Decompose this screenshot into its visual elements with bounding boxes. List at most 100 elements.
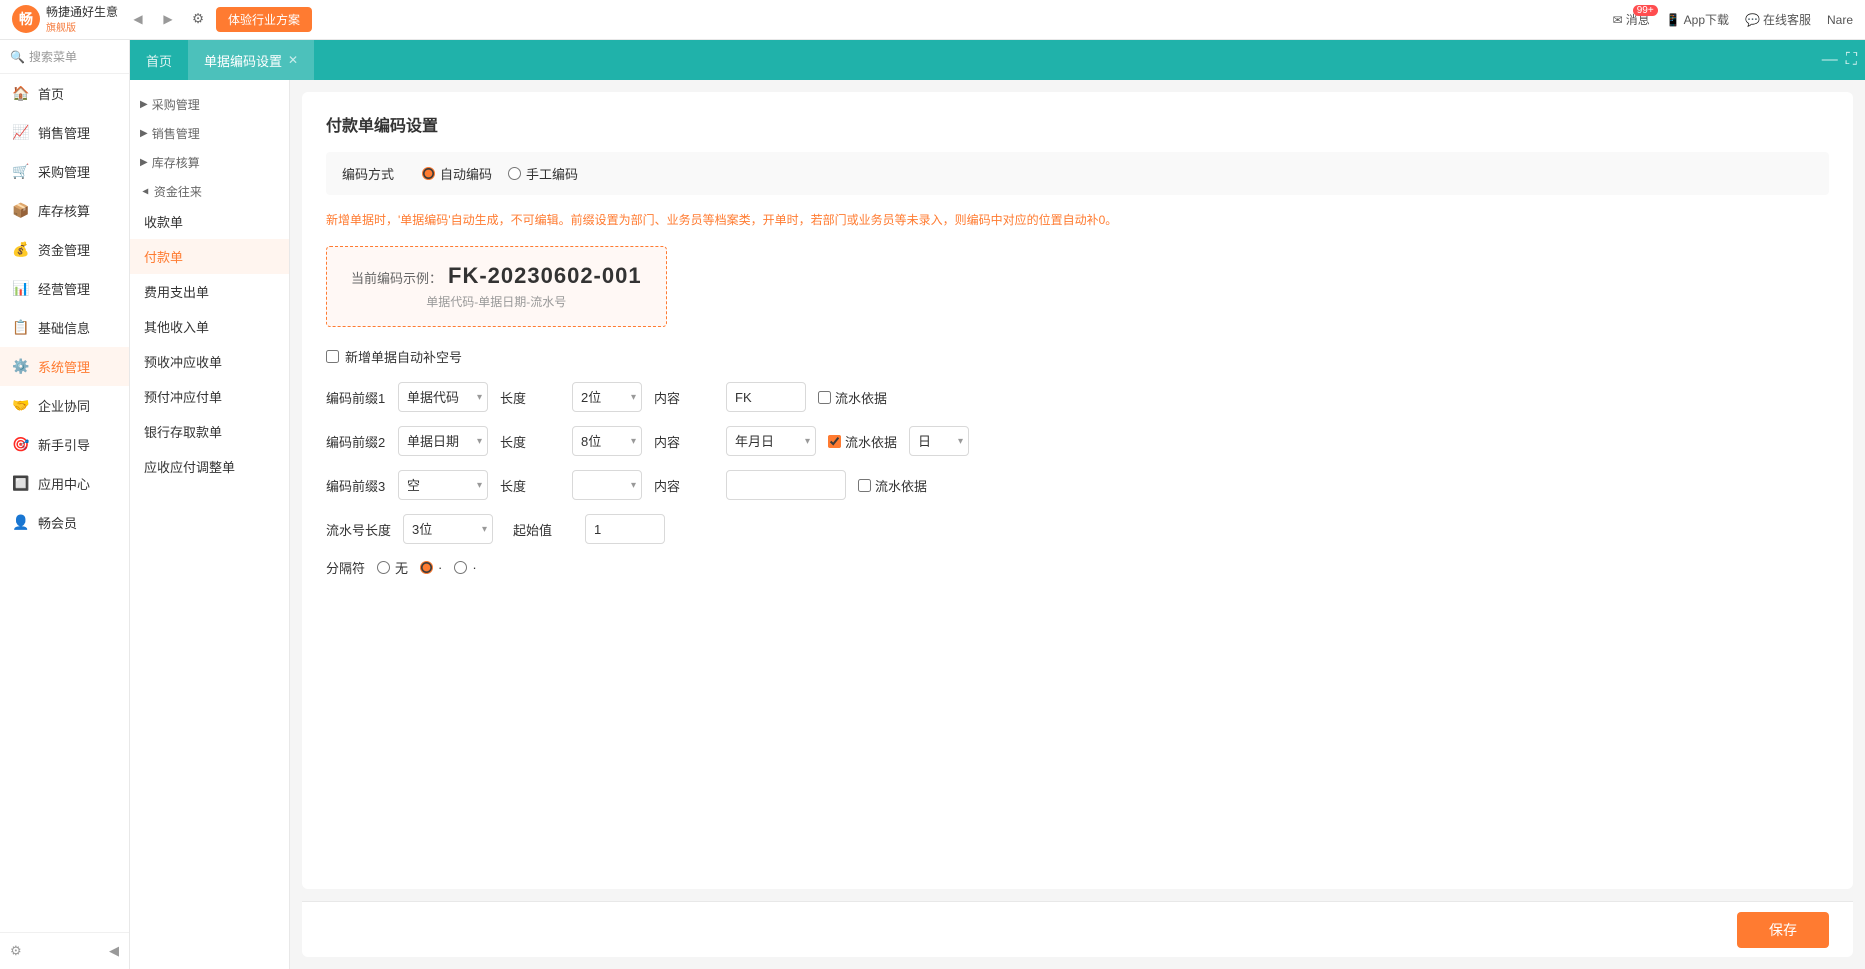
tab-close-btn[interactable]: ✕ (288, 53, 298, 67)
prefix-row-3: 编码前缀3 空 长度 内容 (326, 470, 1829, 500)
manual-code-label: 手工编码 (526, 164, 578, 183)
sidebar-item-home[interactable]: 🏠 首页 (0, 74, 129, 113)
prefix1-select-wrapper: 单据代码 (398, 382, 488, 412)
sep-dot-option[interactable]: · (420, 560, 442, 575)
sub-sidebar: ▶ 采购管理 ▶ 销售管理 ▶ 库存核算 ▼ 资金往来 收款单 (130, 80, 290, 969)
length3-label: 长度 (500, 476, 560, 495)
main-layout: 🔍 搜索菜单 🏠 首页 📈 销售管理 🛒 采购管理 📦 库存核算 💰 资金管理 … (0, 40, 1865, 969)
length1-select-wrapper: 2位 (572, 382, 642, 412)
settings-icon-btn[interactable]: ⚙ (186, 7, 210, 31)
length2-label: 长度 (500, 432, 560, 451)
chevron-right-icon: ▶ (140, 128, 148, 139)
sub-item-bank[interactable]: 银行存取款单 (130, 414, 289, 449)
sidebar-collapse-btn[interactable]: ◀ (109, 943, 119, 959)
main-content-wrapper: 付款单编码设置 编码方式 自动编码 手工编码 (290, 80, 1865, 969)
app-download-btn[interactable]: 📱 App下载 (1666, 11, 1729, 28)
sidebar-item-appcenter[interactable]: 🔲 应用中心 (0, 464, 129, 503)
sep-none-radio[interactable] (377, 561, 390, 574)
sidebar-item-newguide[interactable]: 🎯 新手引导 (0, 425, 129, 464)
length3-select[interactable] (572, 470, 642, 500)
manual-code-radio[interactable] (508, 167, 521, 180)
tab-encoding[interactable]: 单据编码设置 ✕ (188, 40, 314, 80)
prefix3-select[interactable]: 空 (398, 470, 488, 500)
sidebar-item-label: 畅会员 (38, 513, 77, 532)
prefix1-select[interactable]: 单据代码 (398, 382, 488, 412)
auto-fill-checkbox-row[interactable]: 新增单据自动补空号 (326, 347, 1829, 366)
sidebar-item-member[interactable]: 👤 畅会员 (0, 503, 129, 542)
sub-item-other-income[interactable]: 其他收入单 (130, 309, 289, 344)
sub-item-prepay-payable[interactable]: 预付冲应付单 (130, 379, 289, 414)
sep-dot2-radio[interactable] (454, 561, 467, 574)
sidebar-item-label: 应用中心 (38, 474, 90, 493)
sub-group-purchase[interactable]: ▶ 采购管理 (130, 88, 289, 117)
nav-back-btn[interactable]: ◀ (126, 7, 150, 31)
logo-sub: 旗舰版 (46, 19, 118, 34)
sub-item-expense[interactable]: 费用支出单 (130, 274, 289, 309)
sidebar-item-enterprise[interactable]: 🤝 企业协同 (0, 386, 129, 425)
length2-select[interactable]: 8位 (572, 426, 642, 456)
stream2-checkbox[interactable] (828, 435, 841, 448)
tab-home-label: 首页 (146, 51, 172, 70)
sub-item-payment[interactable]: 付款单 (130, 239, 289, 274)
finance-icon: 💰 (12, 241, 30, 259)
sidebar-item-operation[interactable]: 📊 经营管理 (0, 269, 129, 308)
granularity-select[interactable]: 日 (909, 426, 969, 456)
tab-home[interactable]: 首页 (130, 40, 188, 80)
message-btn[interactable]: ✉ 消息 99+ (1613, 11, 1650, 28)
prefix1-label: 编码前缀1 (326, 388, 386, 407)
service-label: 在线客服 (1763, 11, 1811, 28)
manual-code-option[interactable]: 手工编码 (508, 164, 578, 183)
sub-group-sales[interactable]: ▶ 销售管理 (130, 117, 289, 146)
sub-item-receipt[interactable]: 收款单 (130, 204, 289, 239)
serial-length-select[interactable]: 3位 (403, 514, 493, 544)
search-label: 搜索菜单 (29, 48, 77, 65)
tab-maximize-btn[interactable]: ⛶ (1846, 51, 1857, 69)
trial-btn[interactable]: 体验行业方案 (216, 7, 312, 32)
user-info[interactable]: Nare (1827, 13, 1853, 27)
sep-dot-radio[interactable] (420, 561, 433, 574)
content2-select[interactable]: 年月日 (726, 426, 816, 456)
stream1-check[interactable]: 流水依据 (818, 388, 887, 407)
sub-item-adjust[interactable]: 应收应付调整单 (130, 449, 289, 484)
sidebar-settings-btn[interactable]: ⚙ (10, 943, 22, 959)
prefix2-select[interactable]: 单据日期 (398, 426, 488, 456)
sidebar-item-inventory[interactable]: 📦 库存核算 (0, 191, 129, 230)
sidebar-item-finance[interactable]: 💰 资金管理 (0, 230, 129, 269)
length1-label: 长度 (500, 388, 560, 407)
stream3-check[interactable]: 流水依据 (858, 476, 927, 495)
stream1-checkbox[interactable] (818, 391, 831, 404)
tab-minimize-btn[interactable]: — (1822, 51, 1838, 69)
sidebar-item-system[interactable]: ⚙️ 系统管理 (0, 347, 129, 386)
app-logo: 畅 畅捷通好生意 旗舰版 (12, 5, 118, 34)
sub-group-inventory[interactable]: ▶ 库存核算 (130, 146, 289, 175)
app-download-label: App下载 (1684, 11, 1729, 28)
auto-code-radio[interactable] (422, 167, 435, 180)
length1-select[interactable]: 2位 (572, 382, 642, 412)
sidebar-item-sales[interactable]: 📈 销售管理 (0, 113, 129, 152)
granularity-select-wrapper: 日 (909, 426, 969, 456)
service-icon: 💬 (1745, 13, 1760, 27)
sep-none-option[interactable]: 无 (377, 558, 408, 577)
prefix-row-2: 编码前缀2 单据日期 长度 8位 内容 (326, 426, 1829, 456)
content3-input[interactable] (726, 470, 846, 500)
stream2-check[interactable]: 流水依据 (828, 432, 897, 451)
newguide-icon: 🎯 (12, 436, 30, 454)
save-button[interactable]: 保存 (1737, 912, 1829, 948)
auto-code-option[interactable]: 自动编码 (422, 164, 492, 183)
sidebar-item-basic[interactable]: 📋 基础信息 (0, 308, 129, 347)
inventory-icon: 📦 (12, 202, 30, 220)
message-icon: ✉ (1613, 13, 1623, 27)
sidebar-item-purchase[interactable]: 🛒 采购管理 (0, 152, 129, 191)
sub-item-prepaid-receivable[interactable]: 预收冲应收单 (130, 344, 289, 379)
sidebar-search[interactable]: 🔍 搜索菜单 (0, 40, 129, 74)
online-service-btn[interactable]: 💬 在线客服 (1745, 11, 1811, 28)
main-panel: 付款单编码设置 编码方式 自动编码 手工编码 (302, 92, 1853, 889)
auto-fill-checkbox[interactable] (326, 350, 339, 363)
sales-icon: 📈 (12, 124, 30, 142)
start-value-input[interactable] (585, 514, 665, 544)
stream3-checkbox[interactable] (858, 479, 871, 492)
content1-input[interactable] (726, 382, 806, 412)
nav-forward-btn[interactable]: ▶ (156, 7, 180, 31)
sep-dot2-option[interactable]: · (454, 560, 476, 575)
sub-group-capital[interactable]: ▼ 资金往来 (130, 175, 289, 204)
